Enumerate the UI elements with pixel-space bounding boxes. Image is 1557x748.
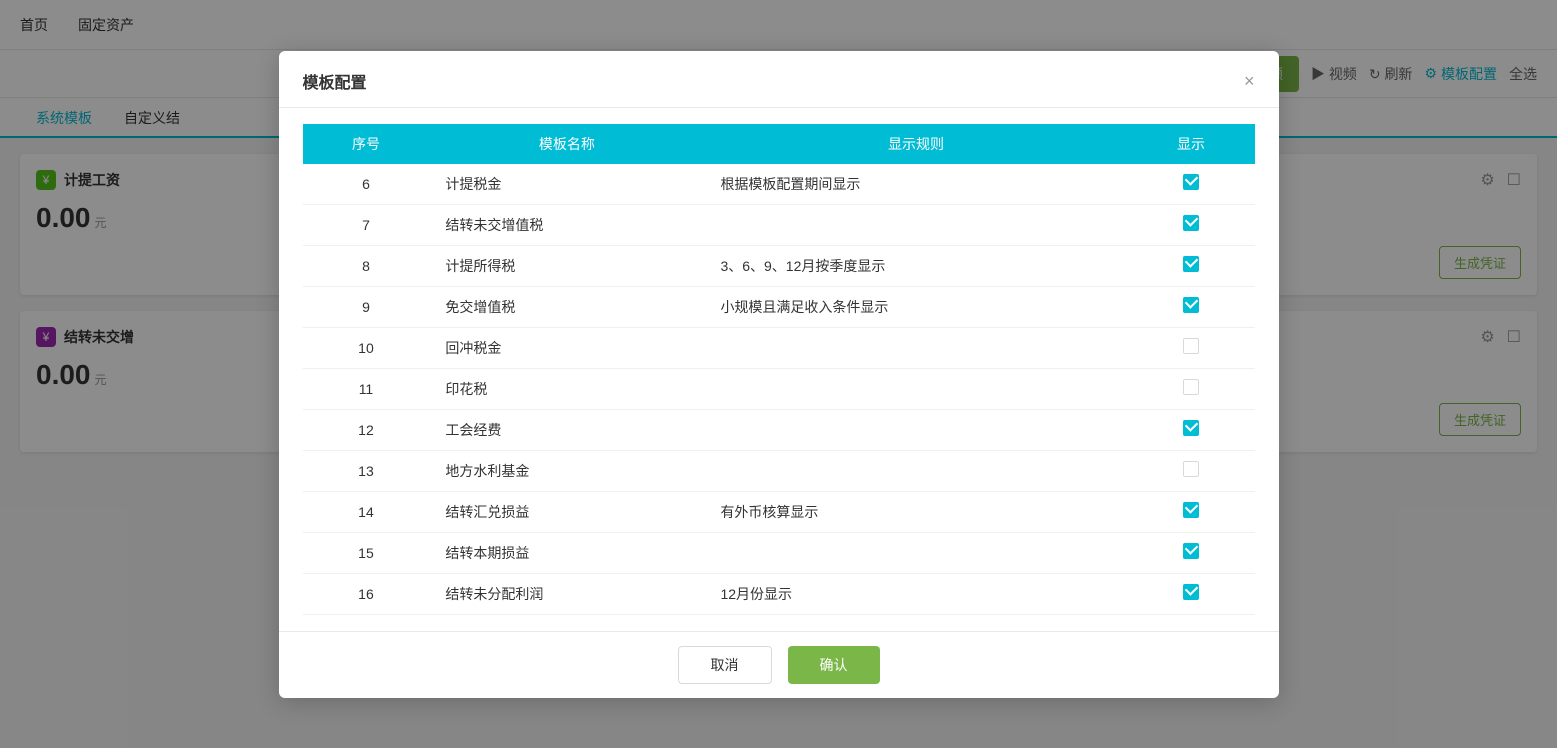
cell-no: 16: [303, 573, 430, 614]
checkbox-12[interactable]: [1183, 420, 1199, 436]
cell-no: 14: [303, 491, 430, 532]
checkbox-9[interactable]: [1183, 297, 1199, 313]
cell-show[interactable]: [1128, 368, 1255, 409]
cell-no: 11: [303, 368, 430, 409]
confirm-button[interactable]: 确认: [788, 646, 880, 684]
cell-name: 结转未交增值税: [429, 204, 704, 245]
dialog-header: 模板配置 ×: [279, 51, 1279, 108]
col-header-rule: 显示规则: [704, 124, 1127, 164]
cell-rule: 3、6、9、12月按季度显示: [704, 245, 1127, 286]
cell-show[interactable]: [1128, 164, 1255, 205]
cell-rule: [704, 204, 1127, 245]
cell-no: 9: [303, 286, 430, 327]
cell-show[interactable]: [1128, 491, 1255, 532]
cell-rule: 根据模板配置期间显示: [704, 164, 1127, 205]
cell-rule: 有外币核算显示: [704, 491, 1127, 532]
cell-show[interactable]: [1128, 286, 1255, 327]
cell-rule: [704, 532, 1127, 573]
cell-show[interactable]: [1128, 573, 1255, 614]
checkbox-13[interactable]: [1183, 461, 1199, 477]
table-row: 15结转本期损益: [303, 532, 1255, 573]
cell-rule: [704, 368, 1127, 409]
cell-name: 计提所得税: [429, 245, 704, 286]
dialog-template-config: 模板配置 × 序号 模板名称 显示规则 显示 6计提税金根据模板配置期间显: [279, 51, 1279, 698]
dialog-title: 模板配置: [303, 69, 367, 93]
cell-no: 12: [303, 409, 430, 450]
checkbox-11[interactable]: [1183, 379, 1199, 395]
table-row: 16结转未分配利润12月份显示: [303, 573, 1255, 614]
table-header-row: 序号 模板名称 显示规则 显示: [303, 124, 1255, 164]
table-wrapper[interactable]: 序号 模板名称 显示规则 显示 6计提税金根据模板配置期间显示7结转未交增值税8…: [303, 124, 1255, 615]
table-row: 7结转未交增值税: [303, 204, 1255, 245]
cell-no: 7: [303, 204, 430, 245]
cell-rule: [704, 450, 1127, 491]
table-row: 11印花税: [303, 368, 1255, 409]
cell-no: 15: [303, 532, 430, 573]
overlay: 模板配置 × 序号 模板名称 显示规则 显示 6计提税金根据模板配置期间显: [0, 0, 1557, 748]
dialog-close-button[interactable]: ×: [1244, 72, 1255, 90]
checkbox-6[interactable]: [1183, 174, 1199, 190]
table-row: 8计提所得税3、6、9、12月按季度显示: [303, 245, 1255, 286]
table-row: 10回冲税金: [303, 327, 1255, 368]
cell-name: 回冲税金: [429, 327, 704, 368]
checkbox-16[interactable]: [1183, 584, 1199, 600]
table-row: 6计提税金根据模板配置期间显示: [303, 164, 1255, 205]
cell-show[interactable]: [1128, 327, 1255, 368]
cell-name: 结转未分配利润: [429, 573, 704, 614]
cell-no: 6: [303, 164, 430, 205]
cell-show[interactable]: [1128, 409, 1255, 450]
cell-name: 工会经费: [429, 409, 704, 450]
cell-name: 结转本期损益: [429, 532, 704, 573]
checkbox-10[interactable]: [1183, 338, 1199, 354]
col-header-show: 显示: [1128, 124, 1255, 164]
col-header-name: 模板名称: [429, 124, 704, 164]
cell-no: 13: [303, 450, 430, 491]
cell-no: 10: [303, 327, 430, 368]
cell-name: 免交增值税: [429, 286, 704, 327]
cell-rule: 小规模且满足收入条件显示: [704, 286, 1127, 327]
checkbox-15[interactable]: [1183, 543, 1199, 559]
dialog-footer: 取消 确认: [279, 631, 1279, 698]
cell-rule: [704, 327, 1127, 368]
cell-name: 计提税金: [429, 164, 704, 205]
cell-show[interactable]: [1128, 450, 1255, 491]
cell-name: 印花税: [429, 368, 704, 409]
cell-show[interactable]: [1128, 204, 1255, 245]
table-row: 12工会经费: [303, 409, 1255, 450]
cell-rule: [704, 409, 1127, 450]
cell-no: 8: [303, 245, 430, 286]
table-row: 9免交增值税小规模且满足收入条件显示: [303, 286, 1255, 327]
checkbox-8[interactable]: [1183, 256, 1199, 272]
cell-name: 结转汇兑损益: [429, 491, 704, 532]
dialog-body: 序号 模板名称 显示规则 显示 6计提税金根据模板配置期间显示7结转未交增值税8…: [279, 108, 1279, 631]
cell-show[interactable]: [1128, 532, 1255, 573]
config-table: 序号 模板名称 显示规则 显示 6计提税金根据模板配置期间显示7结转未交增值税8…: [303, 124, 1255, 615]
table-row: 13地方水利基金: [303, 450, 1255, 491]
cancel-button[interactable]: 取消: [678, 646, 772, 684]
col-header-no: 序号: [303, 124, 430, 164]
table-row: 14结转汇兑损益有外币核算显示: [303, 491, 1255, 532]
cell-name: 地方水利基金: [429, 450, 704, 491]
cell-show[interactable]: [1128, 245, 1255, 286]
checkbox-7[interactable]: [1183, 215, 1199, 231]
cell-rule: 12月份显示: [704, 573, 1127, 614]
checkbox-14[interactable]: [1183, 502, 1199, 518]
